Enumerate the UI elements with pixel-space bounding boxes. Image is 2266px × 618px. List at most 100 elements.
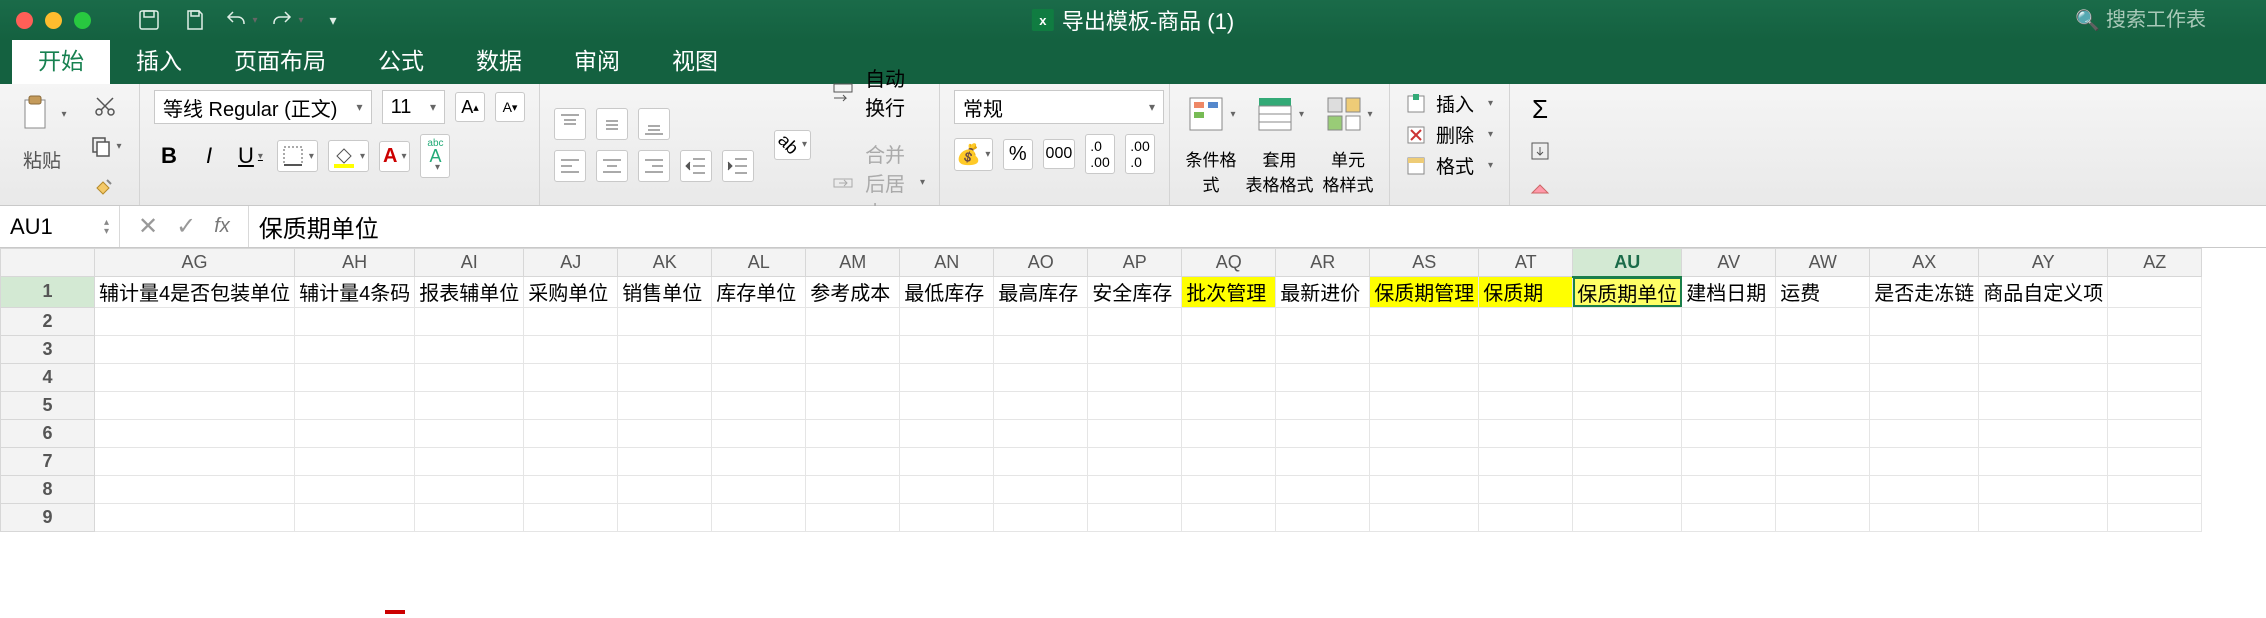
cell-AZ6[interactable] — [2108, 419, 2202, 447]
cell-AU2[interactable] — [1573, 307, 1682, 335]
paste-button[interactable]: ▾ — [13, 90, 70, 138]
cell-AP5[interactable] — [1088, 391, 1182, 419]
row-header-4[interactable]: 4 — [1, 363, 95, 391]
cell-AJ5[interactable] — [524, 391, 618, 419]
cell-AY3[interactable] — [1979, 335, 2108, 363]
cell-AJ6[interactable] — [524, 419, 618, 447]
cell-AR5[interactable] — [1276, 391, 1370, 419]
cell-AN3[interactable] — [900, 335, 994, 363]
cell-AQ2[interactable] — [1182, 307, 1276, 335]
cell-AW6[interactable] — [1776, 419, 1870, 447]
cell-AJ8[interactable] — [524, 475, 618, 503]
cell-AR9[interactable] — [1276, 503, 1370, 531]
cell-AP3[interactable] — [1088, 335, 1182, 363]
cell-AQ9[interactable] — [1182, 503, 1276, 531]
col-header-AL[interactable]: AL — [712, 249, 806, 277]
currency-button[interactable]: 💰▾ — [954, 138, 993, 171]
cell-AG6[interactable] — [95, 419, 295, 447]
table-format-button[interactable]: ▾ — [1251, 90, 1308, 138]
cell-AL5[interactable] — [712, 391, 806, 419]
enter-formula-button[interactable]: ✓ — [176, 212, 196, 241]
col-header-AN[interactable]: AN — [900, 249, 994, 277]
cell-AM2[interactable] — [806, 307, 900, 335]
maximize-window-button[interactable] — [74, 12, 91, 29]
cell-AT6[interactable] — [1479, 419, 1573, 447]
cell-AS3[interactable] — [1370, 335, 1479, 363]
cell-AW5[interactable] — [1776, 391, 1870, 419]
cell-AI3[interactable] — [415, 335, 524, 363]
col-header-AP[interactable]: AP — [1088, 249, 1182, 277]
cell-AG8[interactable] — [95, 475, 295, 503]
fx-icon[interactable]: fx — [214, 215, 230, 238]
decrease-font-button[interactable]: A▾ — [495, 92, 525, 122]
cell-AP4[interactable] — [1088, 363, 1182, 391]
cell-AL3[interactable] — [712, 335, 806, 363]
search-box[interactable]: 🔍 — [2075, 8, 2266, 33]
cell-AY8[interactable] — [1979, 475, 2108, 503]
cell-AN5[interactable] — [900, 391, 994, 419]
cell-AI8[interactable] — [415, 475, 524, 503]
formula-input[interactable] — [248, 206, 2266, 247]
cell-AJ2[interactable] — [524, 307, 618, 335]
cell-AR1[interactable]: 最新进价 — [1276, 277, 1370, 308]
cell-AX9[interactable] — [1870, 503, 1979, 531]
cell-AK4[interactable] — [618, 363, 712, 391]
cell-AO4[interactable] — [994, 363, 1088, 391]
cut-button[interactable] — [85, 90, 126, 122]
cell-AP1[interactable]: 安全库存 — [1088, 277, 1182, 308]
cell-AM5[interactable] — [806, 391, 900, 419]
spreadsheet-grid[interactable]: AGAHAIAJAKALAMANAOAPAQARASATAUAVAWAXAYAZ… — [0, 248, 2266, 532]
increase-decimal-button[interactable]: .0.00 — [1085, 134, 1115, 174]
cell-AT9[interactable] — [1479, 503, 1573, 531]
increase-font-button[interactable]: A▴ — [455, 92, 485, 122]
cell-AT8[interactable] — [1479, 475, 1573, 503]
cell-AM3[interactable] — [806, 335, 900, 363]
cell-AO7[interactable] — [994, 447, 1088, 475]
cell-AR3[interactable] — [1276, 335, 1370, 363]
cell-AH2[interactable] — [295, 307, 415, 335]
col-header-AX[interactable]: AX — [1870, 249, 1979, 277]
cell-AW7[interactable] — [1776, 447, 1870, 475]
cell-AL9[interactable] — [712, 503, 806, 531]
cell-AI4[interactable] — [415, 363, 524, 391]
cell-AU8[interactable] — [1573, 475, 1682, 503]
cell-AN2[interactable] — [900, 307, 994, 335]
cell-AM9[interactable] — [806, 503, 900, 531]
cell-AZ5[interactable] — [2108, 391, 2202, 419]
cell-AR8[interactable] — [1276, 475, 1370, 503]
phonetic-button[interactable]: abcA▾ — [420, 134, 450, 178]
cell-AH9[interactable] — [295, 503, 415, 531]
cell-AK3[interactable] — [618, 335, 712, 363]
cell-AL7[interactable] — [712, 447, 806, 475]
cell-AH6[interactable] — [295, 419, 415, 447]
cell-AN6[interactable] — [900, 419, 994, 447]
minimize-window-button[interactable] — [45, 12, 62, 29]
tab-insert[interactable]: 插入 — [110, 34, 208, 84]
cell-AT3[interactable] — [1479, 335, 1573, 363]
cell-AH1[interactable]: 辅计量4条码 — [295, 277, 415, 308]
cell-AX3[interactable] — [1870, 335, 1979, 363]
col-header-AW[interactable]: AW — [1776, 249, 1870, 277]
cell-AJ9[interactable] — [524, 503, 618, 531]
cell-AZ2[interactable] — [2108, 307, 2202, 335]
cell-AL4[interactable] — [712, 363, 806, 391]
cell-AV8[interactable] — [1682, 475, 1776, 503]
underline-button[interactable]: U▾ — [234, 139, 267, 173]
cell-AM7[interactable] — [806, 447, 900, 475]
cell-AO2[interactable] — [994, 307, 1088, 335]
cell-AQ8[interactable] — [1182, 475, 1276, 503]
row-header-1[interactable]: 1 — [1, 277, 95, 308]
row-header-8[interactable]: 8 — [1, 475, 95, 503]
cell-AK6[interactable] — [618, 419, 712, 447]
col-header-AI[interactable]: AI — [415, 249, 524, 277]
cell-AN4[interactable] — [900, 363, 994, 391]
cell-AN9[interactable] — [900, 503, 994, 531]
col-header-AS[interactable]: AS — [1370, 249, 1479, 277]
row-header-3[interactable]: 3 — [1, 335, 95, 363]
cell-AW9[interactable] — [1776, 503, 1870, 531]
col-header-AY[interactable]: AY — [1979, 249, 2108, 277]
cell-AV9[interactable] — [1682, 503, 1776, 531]
save-icon[interactable] — [183, 8, 207, 32]
cell-AX8[interactable] — [1870, 475, 1979, 503]
cell-AN8[interactable] — [900, 475, 994, 503]
